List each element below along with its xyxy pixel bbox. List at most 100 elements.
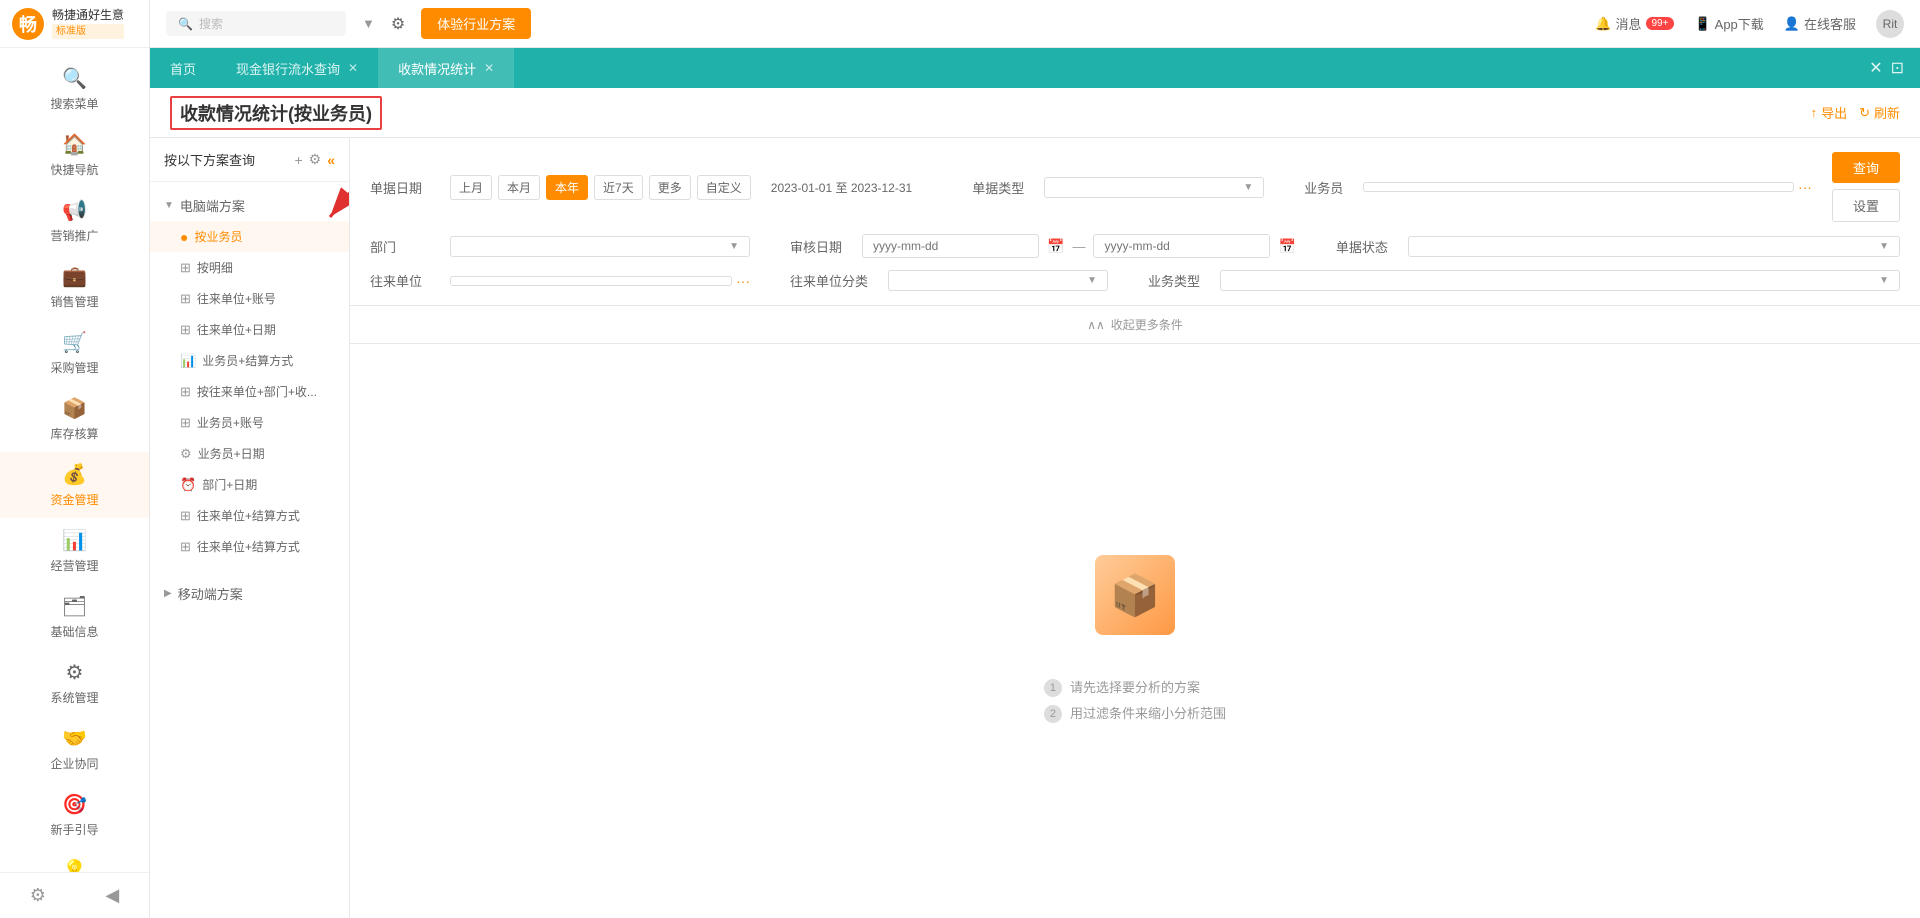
bell-icon: 🔔 bbox=[1595, 16, 1611, 32]
sidebar-item-finance[interactable]: 💰 资金管理 bbox=[0, 452, 149, 518]
counterparty-more-icon[interactable]: ··· bbox=[736, 273, 750, 289]
tab-home[interactable]: 首页 bbox=[150, 48, 216, 88]
tab-collection-close[interactable]: ✕ bbox=[484, 61, 494, 75]
tree-item-by-salesman[interactable]: ● 按业务员 bbox=[150, 221, 349, 252]
filter-row-3: 往来单位 ··· 往来单位分类 ▼ 业务类型 bbox=[370, 270, 1900, 291]
left-panel-title: 按以下方案查询 bbox=[164, 150, 288, 169]
tree-item-salesman-date[interactable]: ⚙ 业务员+日期 bbox=[150, 438, 349, 469]
sidebar-item-search[interactable]: 🔍 搜索菜单 bbox=[0, 56, 149, 122]
calendar-to-icon[interactable]: 📅 bbox=[1278, 238, 1295, 255]
tab-maximize-icon[interactable]: ⊡ bbox=[1891, 58, 1904, 78]
tree-item-unit-dept[interactable]: ⊞ 按往来单位+部门+收... bbox=[150, 376, 349, 407]
refresh-btn[interactable]: ↻ 刷新 bbox=[1859, 103, 1900, 122]
dept-arrow-icon: ▼ bbox=[729, 241, 739, 252]
counterparty-category-select[interactable]: ▼ bbox=[888, 270, 1108, 291]
tab-bar: 首页 现金银行流水查询 ✕ 收款情况统计 ✕ ✕ ⊡ bbox=[150, 48, 1920, 88]
finance-icon: 💰 bbox=[62, 462, 87, 487]
salesman-select[interactable] bbox=[1363, 182, 1794, 192]
sidebar-item-sales[interactable]: 💼 销售管理 bbox=[0, 254, 149, 320]
sidebar-item-basic-info[interactable]: 🗂 基础信息 bbox=[0, 584, 149, 650]
tree-item-unit-account[interactable]: ⊞ 往来单位+账号 bbox=[150, 283, 349, 314]
sidebar-item-collab[interactable]: 🤝 企业协同 bbox=[0, 716, 149, 782]
filter-actions: 查询 设置 bbox=[1832, 152, 1900, 222]
left-panel-collapse-icon[interactable]: « bbox=[327, 152, 335, 168]
tree-item-salesman-settle[interactable]: 📊 业务员+结算方式 bbox=[150, 345, 349, 376]
salesman-more-icon[interactable]: ··· bbox=[1798, 179, 1812, 195]
home-icon: 🏠 bbox=[62, 132, 87, 157]
settings-btn[interactable]: 设置 bbox=[1832, 189, 1900, 222]
sidebar-item-purchase[interactable]: 🛒 采购管理 bbox=[0, 320, 149, 386]
sidebar-item-marketing[interactable]: 📢 营销推广 bbox=[0, 188, 149, 254]
tree-section-desktop-header[interactable]: ▼ 电脑端方案 bbox=[150, 190, 349, 221]
tree-item-unit-settle1[interactable]: ⊞ 往来单位+结算方式 bbox=[150, 500, 349, 531]
dept-select[interactable]: ▼ bbox=[450, 236, 750, 257]
messages-btn[interactable]: 🔔 消息 99+ bbox=[1595, 14, 1674, 33]
sidebar-item-operations[interactable]: 📊 经营管理 bbox=[0, 518, 149, 584]
sidebar-footer: ⚙ ◀ bbox=[0, 872, 149, 918]
review-date-to[interactable] bbox=[1093, 234, 1270, 258]
review-date-group: 📅 — 📅 bbox=[862, 234, 1296, 258]
online-service-btn[interactable]: 👤 在线客服 bbox=[1784, 14, 1856, 33]
tree-item-salesman-settle-icon: 📊 bbox=[180, 353, 196, 369]
counterparty-select[interactable] bbox=[450, 276, 732, 286]
collapse-btn[interactable]: ∧∧ 收起更多条件 bbox=[1087, 316, 1183, 333]
query-btn[interactable]: 查询 bbox=[1832, 152, 1900, 183]
filter-row-1: 单据日期 上月 本月 本年 近7天 更多 自定义 2023-01-01 至 20… bbox=[370, 152, 1900, 222]
topbar-gear-icon[interactable]: ⚙ bbox=[391, 14, 405, 34]
topbar-right: 🔔 消息 99+ 📱 App下载 👤 在线客服 Rit bbox=[1595, 10, 1904, 38]
tree-item-dept-date[interactable]: ⏰ 部门+日期 bbox=[150, 469, 349, 500]
phone-icon: 📱 bbox=[1694, 16, 1710, 32]
tree-item-salesman-date-icon: ⚙ bbox=[180, 446, 192, 462]
sidebar-logo: 畅 畅捷通好生意 标准版 bbox=[0, 0, 149, 48]
sidebar-item-hardware[interactable]: 💡 智能硬件 bbox=[0, 848, 149, 872]
tree-section-mobile: ▶ 移动端方案 bbox=[150, 570, 349, 617]
tab-close-window-icon[interactable]: ✕ bbox=[1869, 58, 1882, 78]
doc-type-select[interactable]: ▼ bbox=[1044, 177, 1264, 198]
salesman-label: 业务员 bbox=[1304, 178, 1343, 197]
app-download-btn[interactable]: 📱 App下载 bbox=[1694, 14, 1763, 33]
sidebar-item-quicknav[interactable]: 🏠 快捷导航 bbox=[0, 122, 149, 188]
doc-type-label: 单据类型 bbox=[972, 178, 1024, 197]
tree-mobile-arrow: ▶ bbox=[164, 588, 172, 599]
tree-item-unit-date[interactable]: ⊞ 往来单位+日期 bbox=[150, 314, 349, 345]
left-panel-settings-icon[interactable]: ⚙ bbox=[309, 151, 322, 168]
doc-status-arrow: ▼ bbox=[1879, 241, 1889, 252]
tree-item-detail[interactable]: ⊞ 按明细 bbox=[150, 252, 349, 283]
sidebar-item-inventory[interactable]: 📦 库存核算 bbox=[0, 386, 149, 452]
user-avatar[interactable]: Rit bbox=[1876, 10, 1904, 38]
tree-item-unit-settle2[interactable]: ⊞ 往来单位+结算方式 bbox=[150, 531, 349, 562]
date-btn-last-month[interactable]: 上月 bbox=[450, 175, 492, 200]
date-btn-this-year[interactable]: 本年 bbox=[546, 175, 588, 200]
collapse-bar[interactable]: ∧∧ 收起更多条件 bbox=[350, 306, 1920, 344]
sidebar-nav: 🔍 搜索菜单 🏠 快捷导航 📢 营销推广 💼 销售管理 🛒 采购管理 📦 库存核… bbox=[0, 48, 149, 872]
calendar-from-icon[interactable]: 📅 bbox=[1047, 238, 1064, 255]
date-btn-custom[interactable]: 自定义 bbox=[697, 175, 751, 200]
trial-btn[interactable]: 体验行业方案 bbox=[421, 8, 531, 39]
date-btn-more[interactable]: 更多 bbox=[649, 175, 691, 200]
empty-hint-1: 1 请先选择要分析的方案 bbox=[1044, 675, 1226, 701]
left-panel-add-icon[interactable]: + bbox=[294, 152, 302, 168]
date-separator: — bbox=[1072, 239, 1085, 254]
sidebar-item-guide[interactable]: 🎯 新手引导 bbox=[0, 782, 149, 848]
date-btn-this-month[interactable]: 本月 bbox=[498, 175, 540, 200]
review-date-from[interactable] bbox=[862, 234, 1039, 258]
sidebar-settings-btn[interactable]: ⚙ bbox=[30, 885, 46, 906]
tab-cashflow-close[interactable]: ✕ bbox=[348, 61, 358, 75]
export-btn[interactable]: ↑ 导出 bbox=[1811, 103, 1848, 122]
tree-item-salesman-account[interactable]: ⊞ 业务员+账号 bbox=[150, 407, 349, 438]
sidebar-collapse-btn[interactable]: ◀ bbox=[105, 885, 119, 906]
sidebar-item-system[interactable]: ⚙ 系统管理 bbox=[0, 650, 149, 716]
date-btn-7days[interactable]: 近7天 bbox=[594, 175, 643, 200]
hint-num-1: 1 bbox=[1044, 679, 1062, 697]
tree-section-mobile-header[interactable]: ▶ 移动端方案 bbox=[150, 578, 349, 609]
tab-cashflow[interactable]: 现金银行流水查询 ✕ bbox=[216, 48, 378, 88]
doc-status-select[interactable]: ▼ bbox=[1408, 236, 1900, 257]
empty-illustration bbox=[1075, 535, 1195, 655]
business-type-label: 业务类型 bbox=[1148, 271, 1200, 290]
topbar-dropdown-arrow[interactable]: ▼ bbox=[362, 16, 375, 31]
right-panel: 单据日期 上月 本月 本年 近7天 更多 自定义 2023-01-01 至 20… bbox=[350, 138, 1920, 918]
tree-item-unit-date-icon: ⊞ bbox=[180, 322, 191, 338]
tab-collection[interactable]: 收款情况统计 ✕ bbox=[378, 48, 514, 88]
business-type-select[interactable]: ▼ bbox=[1220, 270, 1900, 291]
topbar-search[interactable]: 🔍 搜索 bbox=[166, 11, 346, 36]
